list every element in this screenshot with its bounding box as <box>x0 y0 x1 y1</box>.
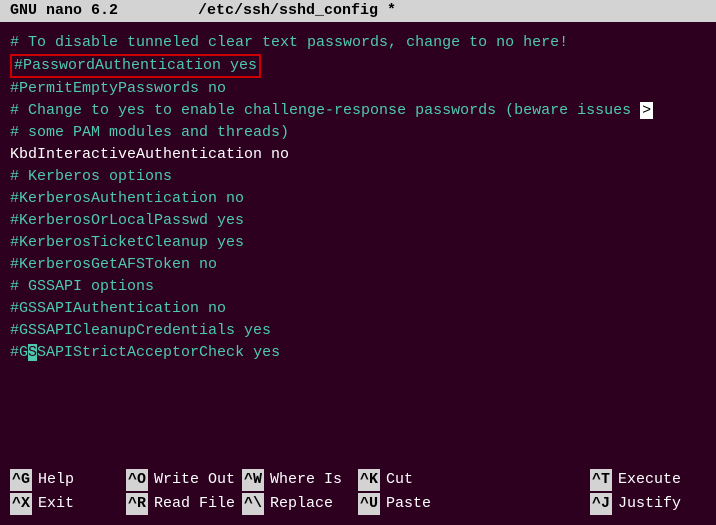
shortcut-bar: ^GHelp ^OWrite Out ^WWhere Is ^KCut ^TEx… <box>10 469 706 515</box>
config-line: # Change to yes to enable challenge-resp… <box>10 100 706 122</box>
shortcut-cut[interactable]: ^KCut <box>358 469 474 491</box>
shortcut-help[interactable]: ^GHelp <box>10 469 126 491</box>
file-path: /etc/ssh/sshd_config * <box>198 0 706 22</box>
shortcut-whereis[interactable]: ^WWhere Is <box>242 469 358 491</box>
config-line: #GSSAPICleanupCredentials yes <box>10 320 706 342</box>
shortcut-readfile[interactable]: ^RRead File <box>126 493 242 515</box>
config-line: # some PAM modules and threads) <box>10 122 706 144</box>
shortcut-replace[interactable]: ^\Replace <box>242 493 358 515</box>
titlebar: GNU nano 6.2 /etc/ssh/sshd_config * <box>0 0 716 22</box>
line-continuation-indicator: > <box>640 102 653 119</box>
shortcut-exit[interactable]: ^XExit <box>10 493 126 515</box>
config-line-cursor: #GSSAPIStrictAcceptorCheck yes <box>10 342 706 364</box>
shortcut-paste[interactable]: ^UPaste <box>358 493 474 515</box>
config-line: #KerberosOrLocalPasswd yes <box>10 210 706 232</box>
shortcut-execute[interactable]: ^TExecute <box>590 469 706 491</box>
config-line: #GSSAPIAuthentication no <box>10 298 706 320</box>
app-name: GNU nano 6.2 <box>10 0 198 22</box>
editor-content[interactable]: # To disable tunneled clear text passwor… <box>0 22 716 364</box>
config-line: #KerberosAuthentication no <box>10 188 706 210</box>
shortcut-writeout[interactable]: ^OWrite Out <box>126 469 242 491</box>
config-line-highlighted: #PasswordAuthentication yes <box>10 54 706 78</box>
highlight-box: #PasswordAuthentication yes <box>10 54 261 78</box>
config-line: # GSSAPI options <box>10 276 706 298</box>
config-line: #PermitEmptyPasswords no <box>10 78 706 100</box>
cursor: S <box>28 344 37 361</box>
config-line-active: KbdInteractiveAuthentication no <box>10 144 706 166</box>
shortcut-justify[interactable]: ^JJustify <box>590 493 706 515</box>
config-line: #KerberosGetAFSToken no <box>10 254 706 276</box>
config-line: # To disable tunneled clear text passwor… <box>10 32 706 54</box>
config-line: #KerberosTicketCleanup yes <box>10 232 706 254</box>
config-line: # Kerberos options <box>10 166 706 188</box>
